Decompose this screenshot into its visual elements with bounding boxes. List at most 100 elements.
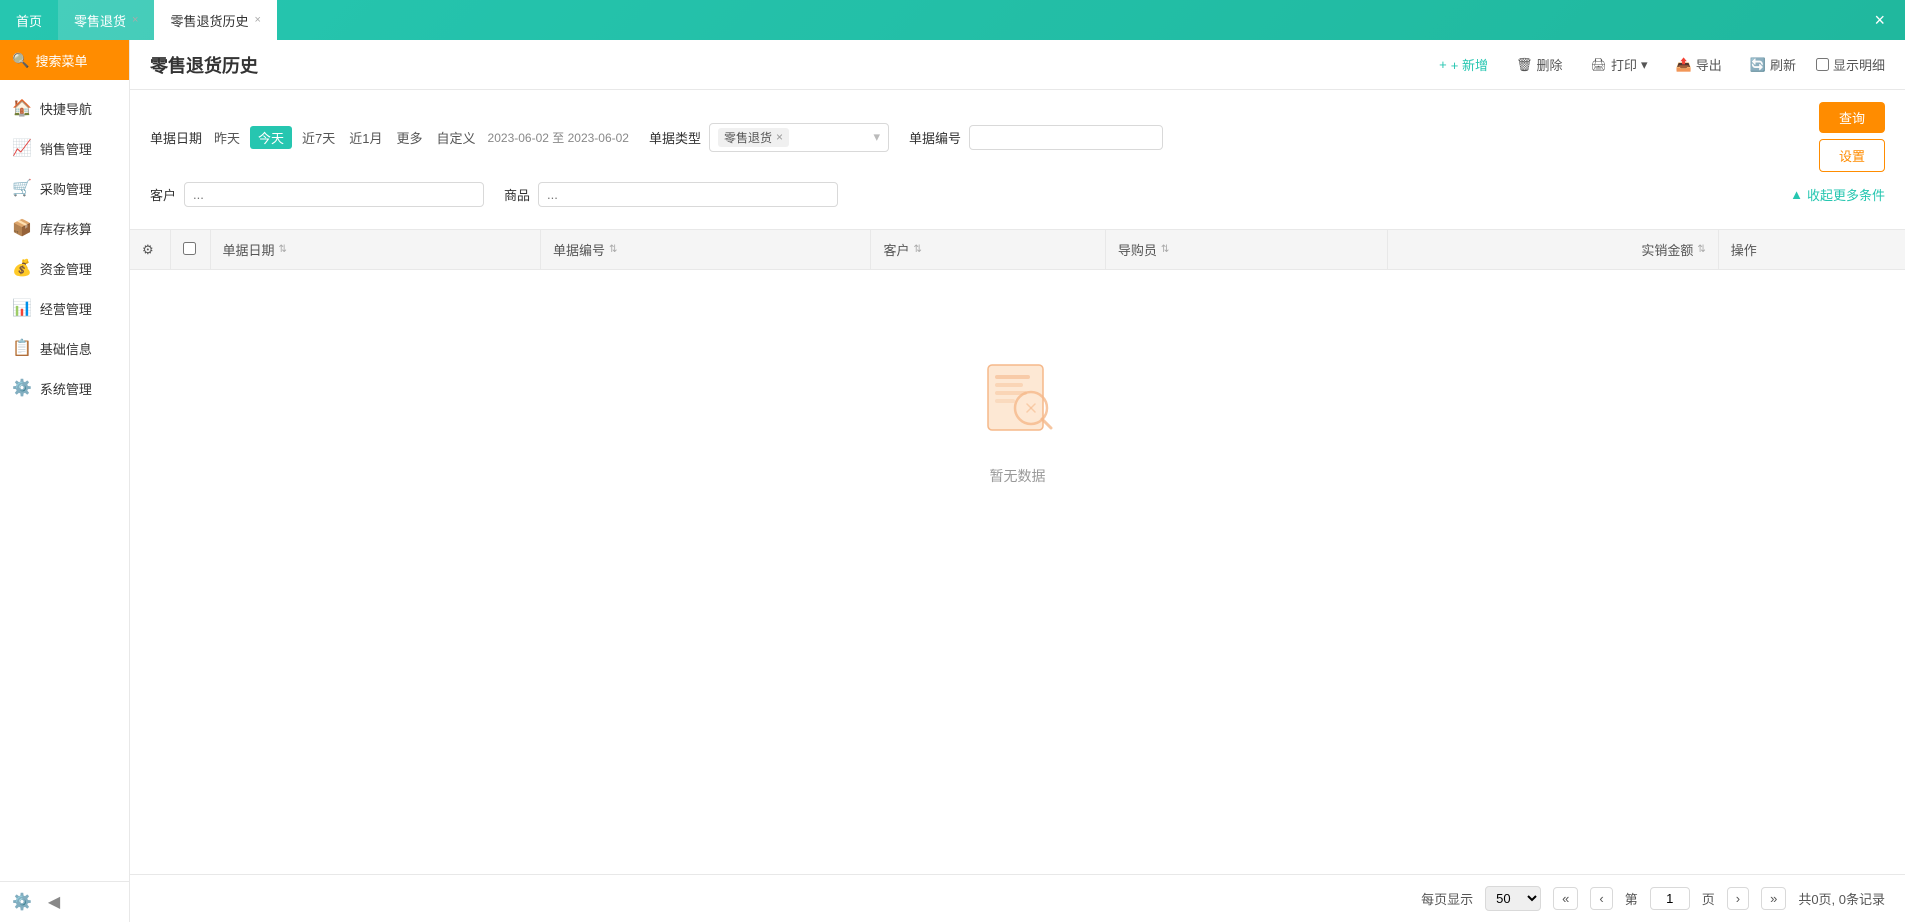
main-layout: 🔍 搜索菜单 🏠 快捷导航 📈 销售管理 🛒 采购管理 📦 库存核算 💰 xyxy=(0,40,1905,922)
goods-input[interactable] xyxy=(538,182,838,207)
sidebar-item-operations[interactable]: 📊 经营管理 xyxy=(0,288,129,328)
page-actions: + + 新增 🗑 删除 🖨 打印 ▾ 📤 导出 🔄 xyxy=(1431,51,1885,78)
tab-retail-return[interactable]: 零售退货 × xyxy=(58,0,154,40)
tab-list: 首页 零售退货 × 零售退货历史 × xyxy=(0,0,1866,40)
date-opt-more[interactable]: 更多 xyxy=(393,126,427,149)
customer-filter-label: 客户 xyxy=(150,185,176,204)
sidebar-item-purchase[interactable]: 🛒 采购管理 xyxy=(0,168,129,208)
filter-settings-button[interactable]: 设置 xyxy=(1819,139,1885,172)
voucher-no-input[interactable] xyxy=(969,125,1163,150)
collapse-arrow-icon: ▲ xyxy=(1790,187,1803,202)
operations-icon: 📊 xyxy=(12,298,32,318)
th-voucher-no[interactable]: 单据编号 ⇅ xyxy=(540,230,870,270)
tab-retail-return-history[interactable]: 零售退货历史 × xyxy=(154,0,276,40)
date-opt-1month[interactable]: 近1月 xyxy=(345,126,386,149)
first-page-button[interactable]: « xyxy=(1553,887,1578,910)
first-page-icon: « xyxy=(1562,891,1569,906)
print-button[interactable]: 🖨 打印 ▾ xyxy=(1583,51,1656,78)
th-voucher-no-sort-icon[interactable]: ⇅ xyxy=(609,244,617,255)
sidebar-menu: 🏠 快捷导航 📈 销售管理 🛒 采购管理 📦 库存核算 💰 资金管理 📊 xyxy=(0,80,129,881)
show-detail-checkbox-label[interactable]: 显示明细 xyxy=(1816,55,1885,74)
refresh-button[interactable]: 🔄 刷新 xyxy=(1742,51,1804,78)
tab-retail-return-close[interactable]: × xyxy=(132,14,138,26)
th-customer-sort-icon[interactable]: ⇅ xyxy=(913,244,921,255)
sidebar-item-quick-nav[interactable]: 🏠 快捷导航 xyxy=(0,88,129,128)
tab-retail-return-label: 零售退货 xyxy=(74,11,126,30)
select-all-checkbox[interactable] xyxy=(183,242,196,255)
tab-home-label: 首页 xyxy=(16,11,42,30)
date-opt-today[interactable]: 今天 xyxy=(250,126,292,149)
voucher-type-filter: 单据类型 零售退货 × ▾ xyxy=(649,123,889,152)
settings-bottom-icon[interactable]: ⚙️ xyxy=(12,892,32,912)
sidebar-item-system[interactable]: ⚙️ 系统管理 xyxy=(0,368,129,408)
tab-retail-return-history-close[interactable]: × xyxy=(254,14,260,26)
th-amount[interactable]: 实销金额 ⇅ xyxy=(1388,230,1718,270)
page-number-input[interactable] xyxy=(1650,887,1690,910)
refresh-icon: 🔄 xyxy=(1750,57,1766,73)
th-guide[interactable]: 导购员 ⇅ xyxy=(1105,230,1387,270)
refresh-label: 刷新 xyxy=(1770,55,1796,74)
th-voucher-no-label: 单据编号 xyxy=(553,240,605,259)
sidebar-item-basic-info-label: 基础信息 xyxy=(40,339,92,358)
print-dropdown-icon: ▾ xyxy=(1641,57,1648,73)
voucher-type-tag: 零售退货 × xyxy=(718,128,789,147)
voucher-type-tag-close[interactable]: × xyxy=(776,130,783,144)
goods-filter-label: 商品 xyxy=(504,185,530,204)
next-page-button[interactable]: › xyxy=(1727,887,1749,910)
prev-page-button[interactable]: ‹ xyxy=(1590,887,1612,910)
delete-button[interactable]: 🗑 删除 xyxy=(1508,51,1571,78)
collapse-label: 收起更多条件 xyxy=(1807,185,1885,204)
goods-filter: 商品 xyxy=(504,182,838,207)
window-close-icon[interactable]: × xyxy=(1866,10,1893,31)
date-opt-7days[interactable]: 近7天 xyxy=(298,126,339,149)
th-customer[interactable]: 客户 ⇅ xyxy=(871,230,1105,270)
customer-input[interactable] xyxy=(184,182,484,207)
last-page-button[interactable]: » xyxy=(1761,887,1786,910)
next-page-icon: › xyxy=(1736,891,1740,906)
sidebar-item-quick-nav-label: 快捷导航 xyxy=(40,99,92,118)
show-detail-checkbox[interactable] xyxy=(1816,58,1829,71)
voucher-type-select[interactable]: 零售退货 × ▾ xyxy=(709,123,889,152)
date-range-display: 2023-06-02 至 2023-06-02 xyxy=(488,129,629,146)
voucher-no-label: 单据编号 xyxy=(909,128,961,147)
th-amount-sort-icon[interactable]: ⇅ xyxy=(1697,244,1705,255)
page-title: 零售退货历史 xyxy=(150,52,258,78)
sidebar-item-purchase-label: 采购管理 xyxy=(40,179,92,198)
finance-icon: 💰 xyxy=(12,258,32,278)
new-button[interactable]: + + 新增 xyxy=(1431,51,1496,78)
date-filter: 单据日期 昨天 今天 近7天 近1月 更多 自定义 2023-06-02 至 2… xyxy=(150,126,629,149)
th-date-sort-icon[interactable]: ⇅ xyxy=(279,244,287,255)
empty-state: 暂无数据 xyxy=(130,270,1905,566)
collapse-button[interactable]: ▲ 收起更多条件 xyxy=(1790,185,1885,204)
sidebar-item-basic-info[interactable]: 📋 基础信息 xyxy=(0,328,129,368)
th-settings[interactable]: ⚙ xyxy=(130,230,170,270)
print-label: 打印 xyxy=(1611,55,1637,74)
table-settings-icon[interactable]: ⚙ xyxy=(142,242,154,257)
page-unit-label: 页 xyxy=(1702,889,1715,908)
sidebar-item-inventory[interactable]: 📦 库存核算 xyxy=(0,208,129,248)
sidebar-item-operations-label: 经营管理 xyxy=(40,299,92,318)
sidebar-search[interactable]: 🔍 搜索菜单 xyxy=(0,40,129,80)
date-opt-custom[interactable]: 自定义 xyxy=(433,126,480,149)
collapse-sidebar-icon[interactable]: ◀ xyxy=(48,892,60,912)
th-checkbox[interactable] xyxy=(170,230,210,270)
top-bar-right: × xyxy=(1866,10,1905,31)
sidebar-item-sales[interactable]: 📈 销售管理 xyxy=(0,128,129,168)
sidebar-item-inventory-label: 库存核算 xyxy=(40,219,92,238)
query-button[interactable]: 查询 xyxy=(1819,102,1885,133)
empty-text: 暂无数据 xyxy=(990,466,1046,486)
sidebar-item-finance[interactable]: 💰 资金管理 xyxy=(0,248,129,288)
th-guide-sort-icon[interactable]: ⇅ xyxy=(1161,244,1169,255)
th-date[interactable]: 单据日期 ⇅ xyxy=(210,230,540,270)
empty-state-row: 暂无数据 xyxy=(130,270,1905,567)
th-operation-label: 操作 xyxy=(1731,243,1757,258)
pagination-bar: 每页显示 50 100 200 « ‹ 第 页 › » 共0页, 0条记录 xyxy=(130,874,1905,922)
sidebar-bottom: ⚙️ ◀ xyxy=(0,881,129,922)
date-options: 昨天 今天 近7天 近1月 更多 自定义 xyxy=(210,126,480,149)
page-size-select[interactable]: 50 100 200 xyxy=(1485,886,1541,911)
system-icon: ⚙️ xyxy=(12,378,32,398)
date-opt-yesterday[interactable]: 昨天 xyxy=(210,126,244,149)
tab-home[interactable]: 首页 xyxy=(0,0,58,40)
th-guide-label: 导购员 xyxy=(1118,240,1157,259)
export-button[interactable]: 📤 导出 xyxy=(1668,51,1730,78)
